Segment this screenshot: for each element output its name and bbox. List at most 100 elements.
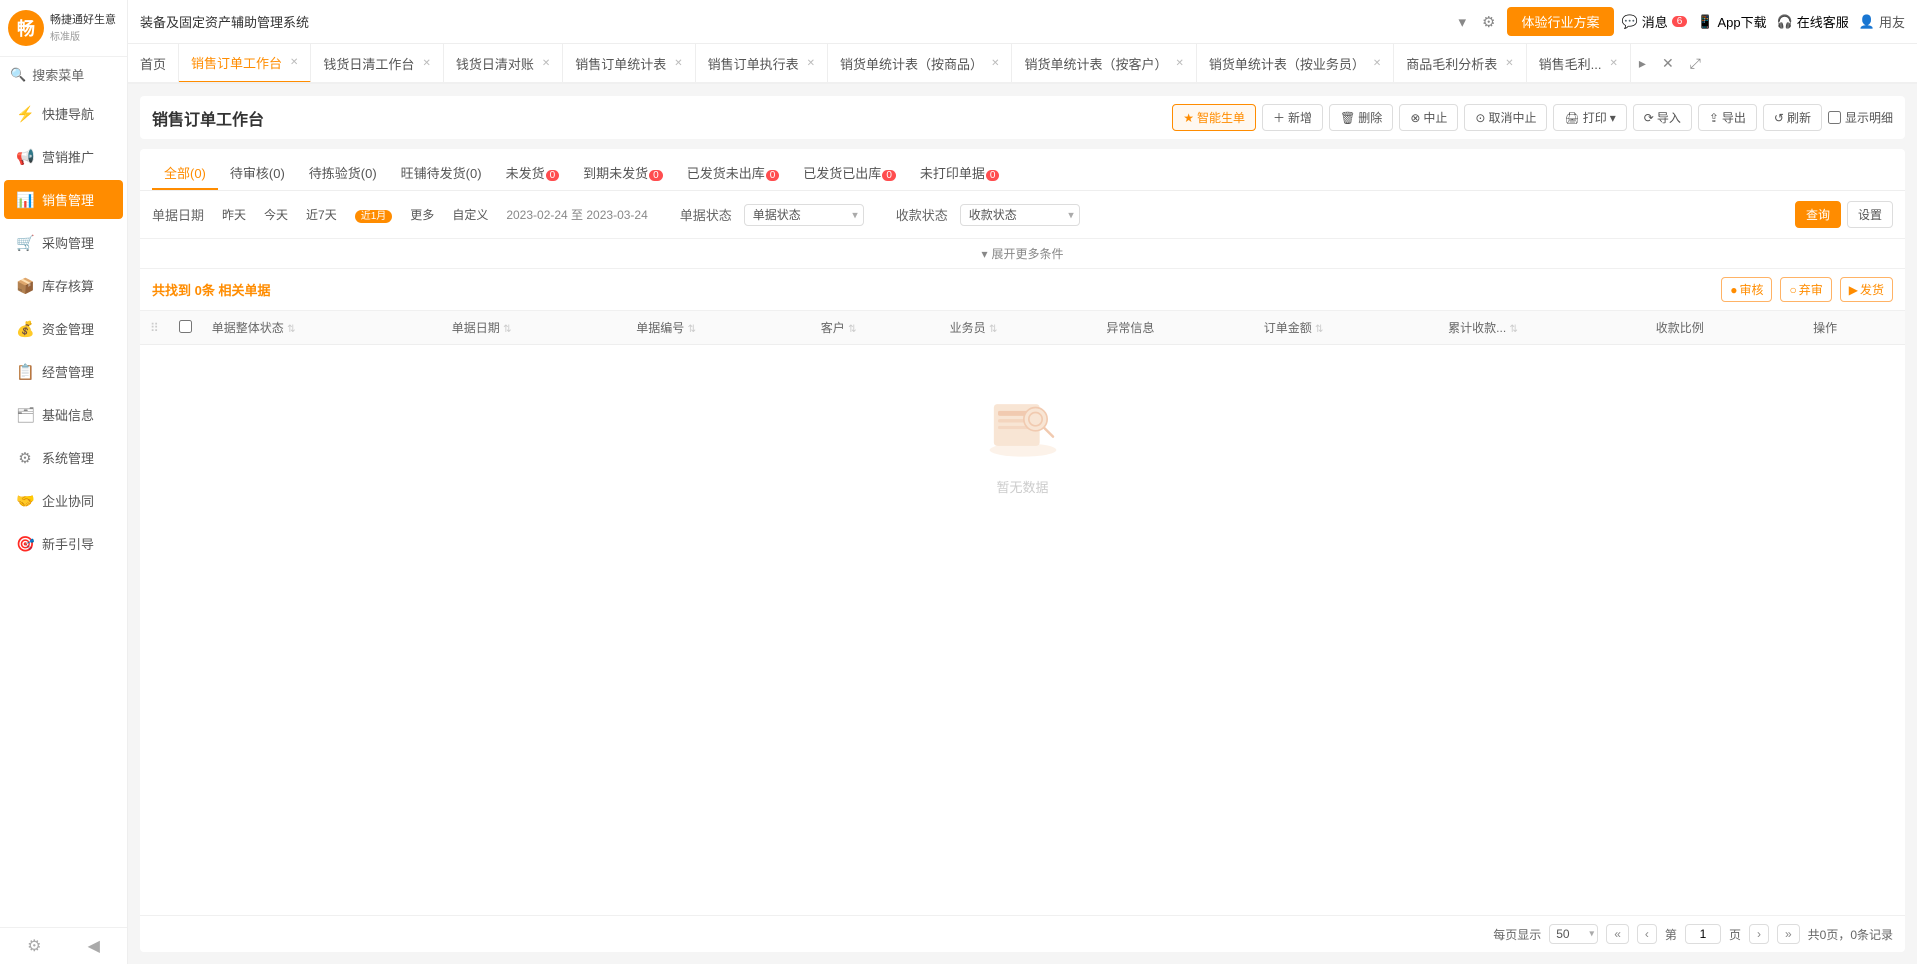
page-input[interactable] [1685, 924, 1721, 944]
cancel-suspend-btn[interactable]: ⊙ 取消中止 [1464, 104, 1547, 131]
tab-gross-profit[interactable]: 商品毛利分析表 ✕ [1394, 44, 1526, 83]
tab-sales-stat[interactable]: 销售订单统计表 ✕ [563, 44, 695, 83]
per-page-select[interactable]: 50 10 20 100 [1549, 924, 1598, 944]
ship-btn[interactable]: ▶ 发货 [1840, 277, 1893, 302]
sidebar-item-inventory[interactable]: 📦 库存核算 [4, 266, 123, 305]
filter-tab-not-shipped[interactable]: 未发货0 [494, 157, 572, 190]
tab-sales-more[interactable]: 销售毛利... ✕ [1527, 44, 1631, 83]
show-detail-checkbox[interactable]: 显示明细 [1828, 109, 1893, 126]
tab-close-icon[interactable]: ✕ [1610, 58, 1618, 69]
add-btn[interactable]: ＋ 新增 [1262, 104, 1323, 131]
date-opt-more[interactable]: 更多 [404, 204, 440, 225]
filter-tab-all[interactable]: 全部(0) [152, 157, 218, 190]
prev-page-btn[interactable]: ‹ [1637, 924, 1657, 944]
tab-more-btn[interactable]: ▸ [1631, 55, 1654, 72]
filter-tab-pending-check[interactable]: 待拣验货(0) [297, 157, 389, 190]
status-select[interactable]: 单据状态 [744, 204, 864, 226]
expand-btn[interactable]: ▾ 展开更多条件 [981, 245, 1063, 262]
filter-tab-wangpu[interactable]: 旺铺待发货(0) [389, 157, 494, 190]
online-service-btn[interactable]: 🎧 在线客服 [1777, 12, 1849, 31]
tab-cash-reconcile[interactable]: 钱货日清对账 ✕ [444, 44, 563, 83]
tab-sales-workbench[interactable]: 销售订单工作台 ✕ [179, 44, 311, 83]
tab-close-icon[interactable]: ✕ [290, 57, 298, 68]
query-btn[interactable]: 查询 [1795, 201, 1841, 228]
tab-close-icon[interactable]: ✕ [1373, 58, 1381, 69]
delete-btn[interactable]: 🗑 删除 [1329, 104, 1393, 131]
first-page-btn[interactable]: « [1606, 924, 1629, 944]
payment-select[interactable]: 收款状态 [960, 204, 1080, 226]
sort-status[interactable]: 单据整体状态 ⇅ [212, 321, 296, 335]
sort-number[interactable]: 单据编号 ⇅ [636, 321, 696, 335]
sidebar-item-sales[interactable]: 📊 销售管理 [4, 180, 123, 219]
refresh-btn[interactable]: ↺ 刷新 [1763, 104, 1822, 131]
message-btn[interactable]: 💬 消息 6 [1622, 12, 1688, 31]
smart-btn[interactable]: ★ 智能生单 [1172, 104, 1256, 131]
sidebar-item-operation[interactable]: 📋 经营管理 [4, 352, 123, 391]
settings-bottom-icon[interactable]: ⚙ [27, 936, 41, 956]
import-btn[interactable]: ⟳ 导入 [1633, 104, 1692, 131]
print-btn[interactable]: 🖨 打印 ▾ [1553, 104, 1626, 131]
filter-tab-not-printed[interactable]: 未打印单据0 [908, 157, 1012, 190]
per-page-wrap: 50 10 20 100 [1549, 924, 1598, 944]
tab-close-icon[interactable]: ✕ [991, 58, 999, 69]
export-btn[interactable]: ⇪ 导出 [1698, 104, 1757, 131]
sidebar-item-basic-info[interactable]: 🗂 基础信息 [4, 395, 123, 434]
expand-row: ▾ 展开更多条件 [140, 239, 1905, 269]
filter-tab-shipped-warehoused[interactable]: 已发货已出库0 [791, 157, 908, 190]
date-opt-custom[interactable]: 自定义 [446, 204, 494, 225]
cancel-review-btn[interactable]: ○ 弃审 [1780, 277, 1831, 302]
tab-sales-customer[interactable]: 销货单统计表（按客户） ✕ [1012, 44, 1196, 83]
app-download-btn[interactable]: 📱 App下载 [1697, 12, 1766, 31]
sort-amount[interactable]: 订单金额 ⇅ [1264, 321, 1324, 335]
table-scroll-area[interactable]: ⠿ 单据整体状态 ⇅ 单据日期 ⇅ 单据编号 ⇅ [140, 311, 1905, 915]
date-opt-today[interactable]: 今天 [258, 204, 294, 225]
date-opt-7days[interactable]: 近7天 [300, 204, 343, 225]
tab-close-icon[interactable]: ✕ [422, 58, 430, 69]
last-page-btn[interactable]: » [1777, 924, 1800, 944]
tab-close-icon[interactable]: ✕ [1175, 58, 1183, 69]
sidebar-item-purchase[interactable]: 🛒 采购管理 [4, 223, 123, 262]
tab-close-all-btn[interactable]: ✕ [1654, 55, 1682, 72]
tab-close-icon[interactable]: ✕ [807, 58, 815, 69]
date-opt-1month[interactable]: 近1月 [349, 205, 399, 224]
sidebar-item-system[interactable]: ⚙ 系统管理 [4, 438, 123, 477]
message-badge: 6 [1672, 16, 1688, 27]
next-page-btn[interactable]: › [1749, 924, 1769, 944]
system-icon: ⚙ [16, 449, 34, 467]
sort-date[interactable]: 单据日期 ⇅ [452, 321, 512, 335]
th-payment-ratio: 收款比例 [1646, 311, 1803, 345]
collapse-sidebar-icon[interactable]: ◀ [88, 936, 100, 956]
tab-sales-exec[interactable]: 销售订单执行表 ✕ [696, 44, 828, 83]
settings-btn[interactable]: 设置 [1847, 201, 1893, 228]
inventory-icon: 📦 [16, 277, 34, 295]
sort-received[interactable]: 累计收款... ⇅ [1448, 321, 1518, 335]
sidebar-item-guide[interactable]: 🎯 新手引导 [4, 524, 123, 563]
dropdown-icon[interactable]: ▾ [1459, 13, 1467, 31]
sidebar-item-marketing[interactable]: 📢 营销推广 [4, 137, 123, 176]
settings-icon[interactable]: ⚙ [1482, 13, 1495, 31]
search-menu[interactable]: 🔍 搜索菜单 [0, 57, 127, 92]
filter-tab-pending-review[interactable]: 待审核(0) [218, 157, 297, 190]
sort-customer[interactable]: 客户 ⇅ [821, 321, 857, 335]
sidebar-item-quick-nav[interactable]: ⚡ 快捷导航 [4, 94, 123, 133]
select-all-checkbox[interactable] [179, 320, 192, 333]
tab-cash-daily[interactable]: 钱货日清工作台 ✕ [311, 44, 443, 83]
industry-btn[interactable]: 体验行业方案 [1507, 7, 1613, 36]
tab-close-icon[interactable]: ✕ [674, 58, 682, 69]
tab-home[interactable]: 首页 [128, 44, 179, 83]
sidebar-item-finance[interactable]: 💰 资金管理 [4, 309, 123, 348]
tab-close-icon[interactable]: ✕ [1505, 58, 1513, 69]
date-opt-yesterday[interactable]: 昨天 [216, 204, 252, 225]
sidebar-item-cooperation[interactable]: 🤝 企业协同 [4, 481, 123, 520]
tab-sales-product[interactable]: 销货单统计表（按商品） ✕ [828, 44, 1012, 83]
user-menu[interactable]: 👤 用友 [1859, 12, 1905, 31]
review-btn[interactable]: ● 审核 [1721, 277, 1772, 302]
filter-tab-shipped-not-warehoused[interactable]: 已发货未出库0 [675, 157, 792, 190]
filter-tab-expired-not-shipped[interactable]: 到期未发货0 [571, 157, 675, 190]
sort-staff[interactable]: 业务员 ⇅ [950, 321, 998, 335]
suspend-btn[interactable]: ⊗ 中止 [1399, 104, 1458, 131]
tab-sales-staff[interactable]: 销货单统计表（按业务员） ✕ [1197, 44, 1394, 83]
tab-maximize-btn[interactable]: ⤢ [1682, 55, 1709, 72]
tab-close-icon[interactable]: ✕ [542, 58, 550, 69]
show-detail-input[interactable] [1828, 111, 1841, 124]
